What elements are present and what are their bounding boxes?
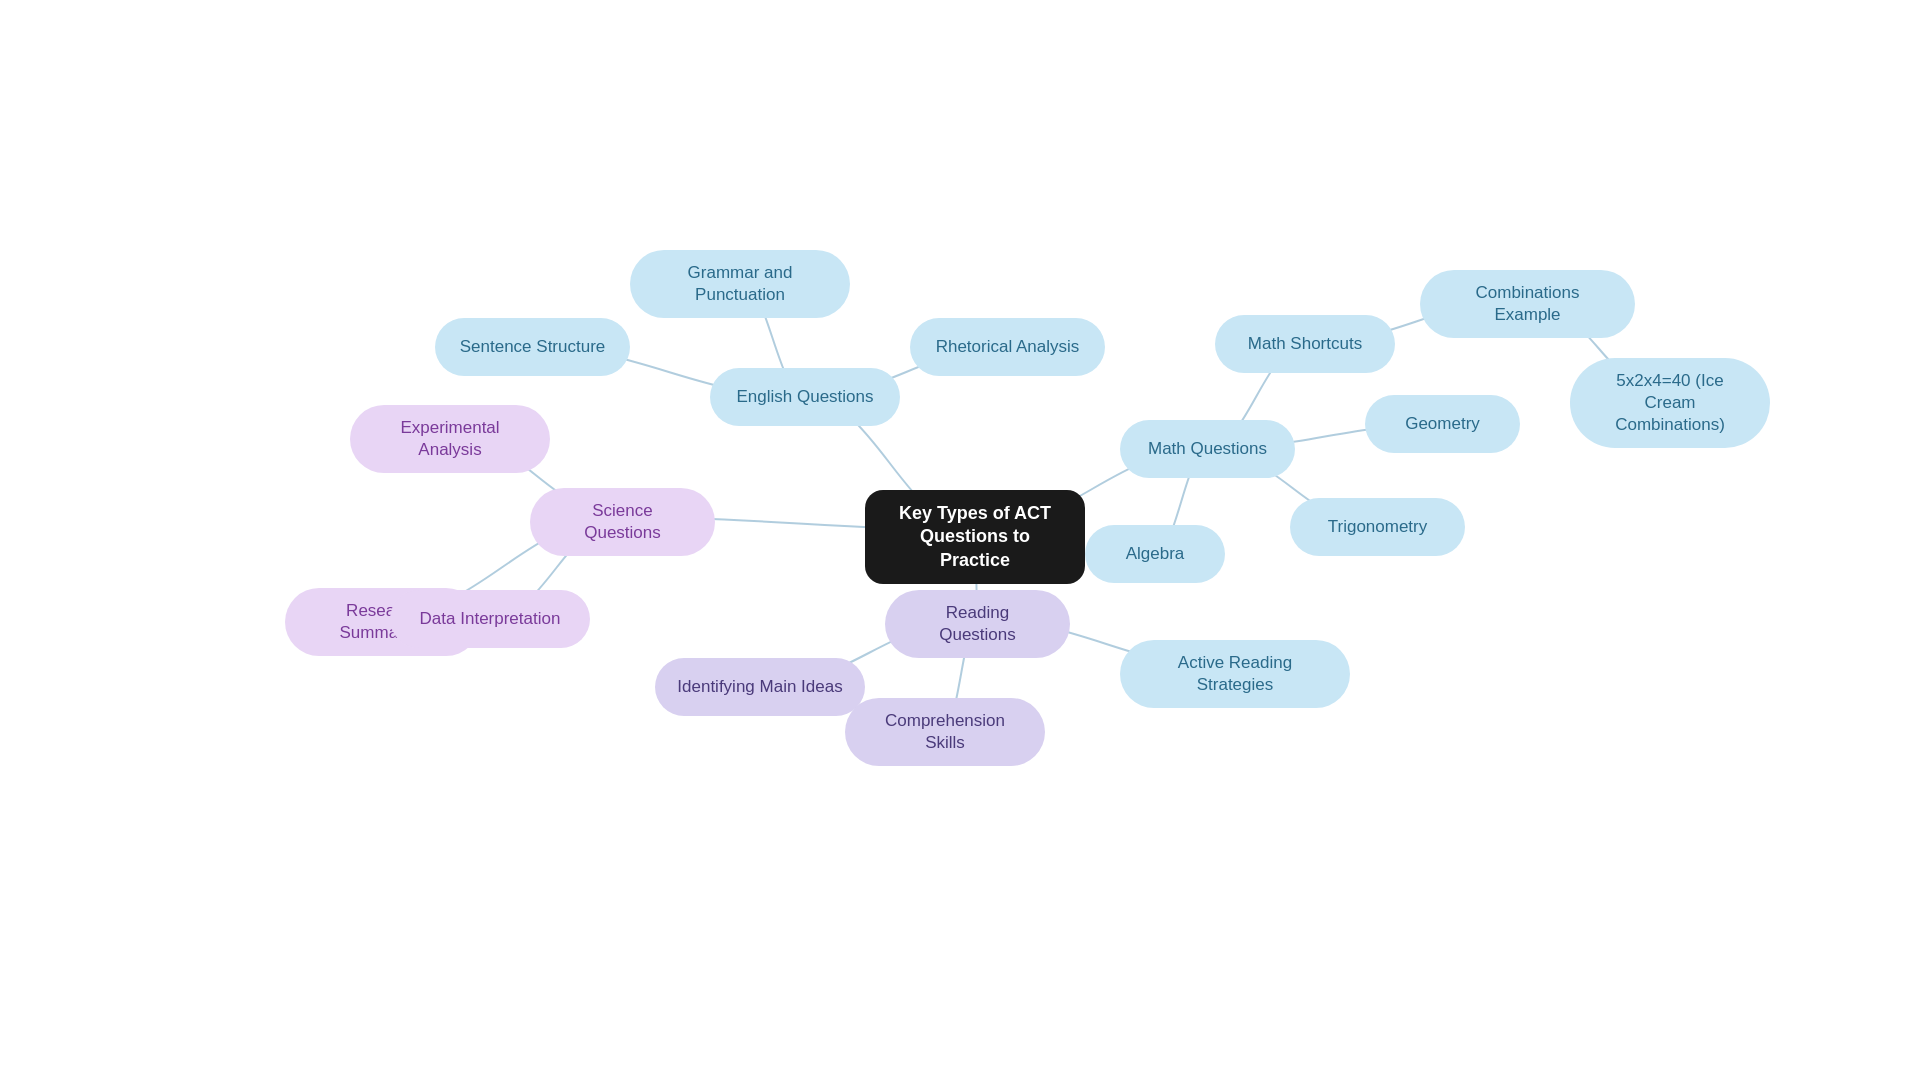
node-reading[interactable]: Reading Questions (885, 590, 1070, 658)
node-rhetorical[interactable]: Rhetorical Analysis (910, 318, 1105, 376)
node-dataint[interactable]: Data Interpretation (390, 590, 590, 648)
node-experimental[interactable]: Experimental Analysis (350, 405, 550, 473)
node-math[interactable]: Math Questions (1120, 420, 1295, 478)
node-mathshort[interactable]: Math Shortcuts (1215, 315, 1395, 373)
mindmap-container: Key Types of ACT Questions to Practice En… (0, 0, 1920, 1083)
node-science[interactable]: Science Questions (530, 488, 715, 556)
node-geometry[interactable]: Geometry (1365, 395, 1520, 453)
node-icecream[interactable]: 5x2x4=40 (Ice Cream Combinations) (1570, 358, 1770, 448)
node-sentence[interactable]: Sentence Structure (435, 318, 630, 376)
node-algebra[interactable]: Algebra (1085, 525, 1225, 583)
node-trig[interactable]: Trigonometry (1290, 498, 1465, 556)
node-mainideas[interactable]: Identifying Main Ideas (655, 658, 865, 716)
node-activereading[interactable]: Active Reading Strategies (1120, 640, 1350, 708)
node-english[interactable]: English Questions (710, 368, 900, 426)
node-center[interactable]: Key Types of ACT Questions to Practice (865, 490, 1085, 584)
node-comprehension[interactable]: Comprehension Skills (845, 698, 1045, 766)
node-grammar[interactable]: Grammar and Punctuation (630, 250, 850, 318)
node-combinations[interactable]: Combinations Example (1420, 270, 1635, 338)
